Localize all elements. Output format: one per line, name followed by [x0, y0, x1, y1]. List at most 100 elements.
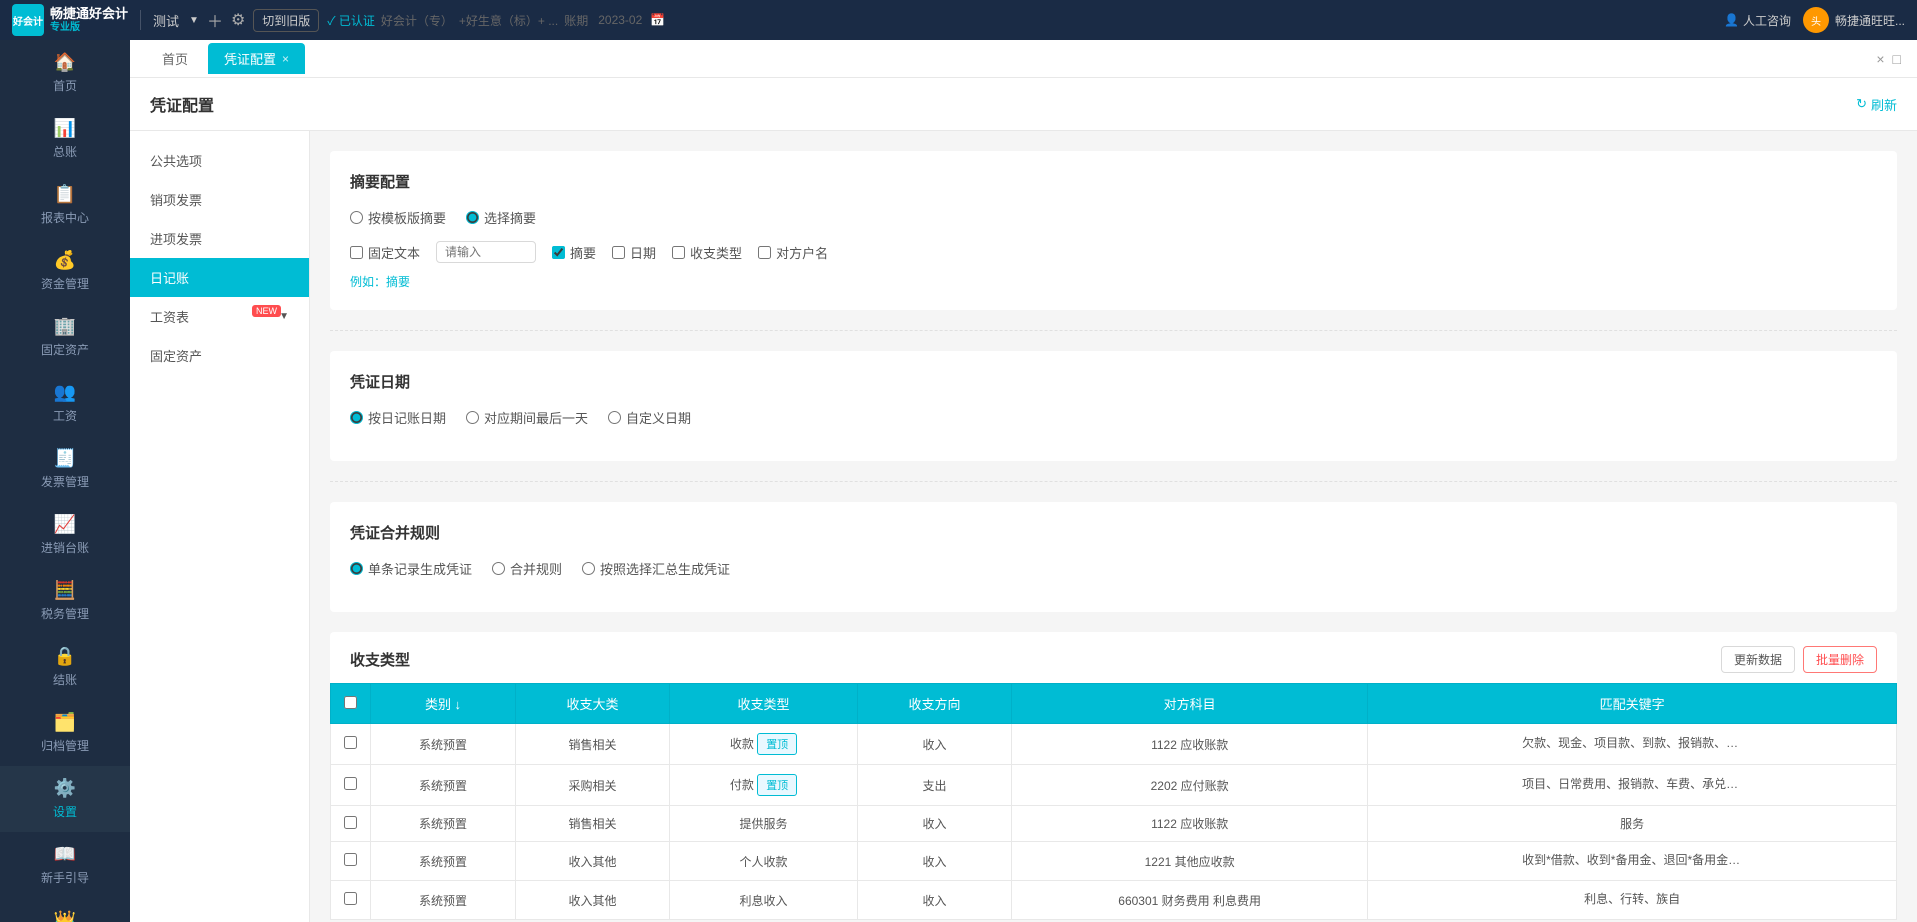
example-text: 例如：摘要	[350, 273, 1877, 290]
checkbox-counterparty-label[interactable]: 对方户名	[758, 243, 828, 262]
checkbox-summary[interactable]	[552, 246, 565, 259]
checkbox-fixed-text[interactable]	[350, 246, 363, 259]
checkbox-counterparty[interactable]	[758, 246, 771, 259]
topbar-plus-icon[interactable]: ＋	[207, 8, 223, 32]
sidebar-item-invoice[interactable]: 🧾 发票管理	[0, 436, 130, 502]
close-window-icon[interactable]: ×	[1876, 51, 1884, 67]
sidebar-label-salary: 工资	[53, 407, 77, 424]
row-subject: 1122 应收账款	[1012, 724, 1368, 765]
radio-template[interactable]	[350, 211, 363, 224]
row-checkbox-cell	[331, 881, 371, 920]
sidebar-item-guide[interactable]: 📖 新手引导	[0, 832, 130, 898]
sidebar-item-close[interactable]: 🔒 结账	[0, 634, 130, 700]
radio-single[interactable]	[350, 562, 363, 575]
row-keywords: 项目、日常费用、报销款、车费、承兑汇票、付款	[1368, 765, 1897, 806]
left-nav-item-purchase-invoice[interactable]: 进项发票	[130, 219, 309, 258]
radio-template-label[interactable]: 按模板版摘要	[350, 208, 446, 227]
tab-voucher-config[interactable]: 凭证配置 ×	[208, 43, 305, 74]
main-layout: 🏠 首页 📊 总账 📋 报表中心 💰 资金管理 🏢 固定资产 👥 工资 🧾 发票…	[0, 40, 1917, 922]
period-value: 2023-02	[598, 13, 642, 27]
row-checkbox[interactable]	[344, 777, 357, 790]
sidebar-item-tax[interactable]: 🧮 税务管理	[0, 568, 130, 634]
radio-custom-date-label[interactable]: 自定义日期	[608, 408, 691, 427]
checkbox-date[interactable]	[612, 246, 625, 259]
radio-summary-gen-label[interactable]: 按照选择汇总生成凭证	[582, 559, 730, 578]
switch-version-button[interactable]: 切到旧版	[253, 9, 319, 32]
left-nav-item-public[interactable]: 公共选项	[130, 141, 309, 180]
topbar-dropdown-icon[interactable]: ▼	[189, 15, 199, 26]
row-category: 系统预置	[371, 842, 516, 881]
checkbox-summary-label[interactable]: 摘要	[552, 243, 596, 262]
sidebar-item-salary[interactable]: 👥 工资	[0, 370, 130, 436]
radio-journal-date[interactable]	[350, 411, 363, 424]
row-checkbox[interactable]	[344, 816, 357, 829]
divider-2	[330, 481, 1897, 482]
tab-home[interactable]: 首页	[146, 43, 204, 74]
sidebar-item-ledger[interactable]: 📊 总账	[0, 106, 130, 172]
merge-title: 凭证合并规则	[350, 522, 1877, 543]
content-area: 首页 凭证配置 × × □ 凭证配置 ↻ 刷新 公共选项	[130, 40, 1917, 922]
row-type: 利息收入	[669, 881, 857, 920]
sidebar-item-reports[interactable]: 📋 报表中心	[0, 172, 130, 238]
assets-icon: 🏢	[54, 316, 76, 337]
calendar-icon[interactable]: 📅	[650, 13, 665, 27]
top-tag-button[interactable]: 置顶	[757, 733, 797, 755]
avatar: 头	[1803, 7, 1829, 33]
checkbox-income-type[interactable]	[672, 246, 685, 259]
refresh-button[interactable]: ↻ 刷新	[1856, 95, 1897, 114]
radio-select-label[interactable]: 选择摘要	[466, 208, 536, 227]
sidebar-item-funds[interactable]: 💰 资金管理	[0, 238, 130, 304]
top-tag-button[interactable]: 置顶	[757, 774, 797, 796]
radio-journal-date-label[interactable]: 按日记账日期	[350, 408, 446, 427]
service-button[interactable]: 👤 人工咨询	[1724, 12, 1791, 29]
select-all-checkbox[interactable]	[344, 696, 357, 709]
row-keywords: 服务	[1368, 806, 1897, 842]
user-area[interactable]: 头 畅捷通旺旺...	[1803, 7, 1905, 33]
radio-merge-label[interactable]: 合并规则	[492, 559, 562, 578]
row-major: 收入其他	[516, 842, 670, 881]
sidebar-item-home[interactable]: 🏠 首页	[0, 40, 130, 106]
summary-section: 摘要配置 按模板版摘要 选择摘要	[330, 151, 1897, 310]
tax-icon: 🧮	[54, 580, 76, 601]
radio-single-label[interactable]: 单条记录生成凭证	[350, 559, 472, 578]
checkbox-income-type-label[interactable]: 收支类型	[672, 243, 742, 262]
batch-delete-button[interactable]: 批量删除	[1803, 646, 1877, 673]
fixed-text-input[interactable]	[436, 241, 536, 263]
topbar-gear-icon[interactable]: ⚙	[231, 10, 245, 30]
invoice-icon: 🧾	[54, 448, 76, 469]
row-checkbox[interactable]	[344, 853, 357, 866]
funds-icon: 💰	[54, 250, 76, 271]
sidebar-item-archive[interactable]: 🗂️ 归档管理	[0, 700, 130, 766]
sidebar-item-member[interactable]: 👑 畅会员	[0, 898, 130, 922]
radio-custom-date[interactable]	[608, 411, 621, 424]
sidebar-item-sales[interactable]: 📈 进销台账	[0, 502, 130, 568]
summary-title: 摘要配置	[350, 171, 1877, 192]
row-checkbox[interactable]	[344, 736, 357, 749]
radio-summary-gen[interactable]	[582, 562, 595, 575]
fullscreen-icon[interactable]: □	[1893, 51, 1901, 67]
radio-period-last[interactable]	[466, 411, 479, 424]
logo-icon: 好会计	[12, 4, 44, 36]
row-checkbox-cell	[331, 765, 371, 806]
radio-select[interactable]	[466, 211, 479, 224]
tab-close-icon[interactable]: ×	[282, 52, 289, 66]
left-nav-item-payroll[interactable]: 工资表 NEW ▼	[130, 297, 309, 336]
home-icon: 🏠	[54, 52, 76, 73]
left-nav-item-journal[interactable]: 日记账	[130, 258, 309, 297]
sidebar: 🏠 首页 📊 总账 📋 报表中心 💰 资金管理 🏢 固定资产 👥 工资 🧾 发票…	[0, 40, 130, 922]
row-checkbox[interactable]	[344, 892, 357, 905]
row-subject: 1221 其他应收款	[1012, 842, 1368, 881]
sidebar-item-settings[interactable]: ⚙️ 设置	[0, 766, 130, 832]
username: 畅捷通旺旺...	[1835, 12, 1905, 29]
radio-period-last-label[interactable]: 对应期间最后一天	[466, 408, 588, 427]
sidebar-item-assets[interactable]: 🏢 固定资产	[0, 304, 130, 370]
left-nav-item-sales-invoice[interactable]: 销项发票	[130, 180, 309, 219]
left-nav-item-fixed-assets[interactable]: 固定资产	[130, 336, 309, 375]
radio-merge[interactable]	[492, 562, 505, 575]
row-direction: 收入	[858, 842, 1012, 881]
checkbox-fixed-label[interactable]: 固定文本	[350, 243, 420, 262]
sales-icon: 📈	[54, 514, 76, 535]
update-data-button[interactable]: 更新数据	[1721, 646, 1795, 673]
sidebar-label-settings: 设置	[53, 803, 77, 820]
checkbox-date-label[interactable]: 日期	[612, 243, 656, 262]
